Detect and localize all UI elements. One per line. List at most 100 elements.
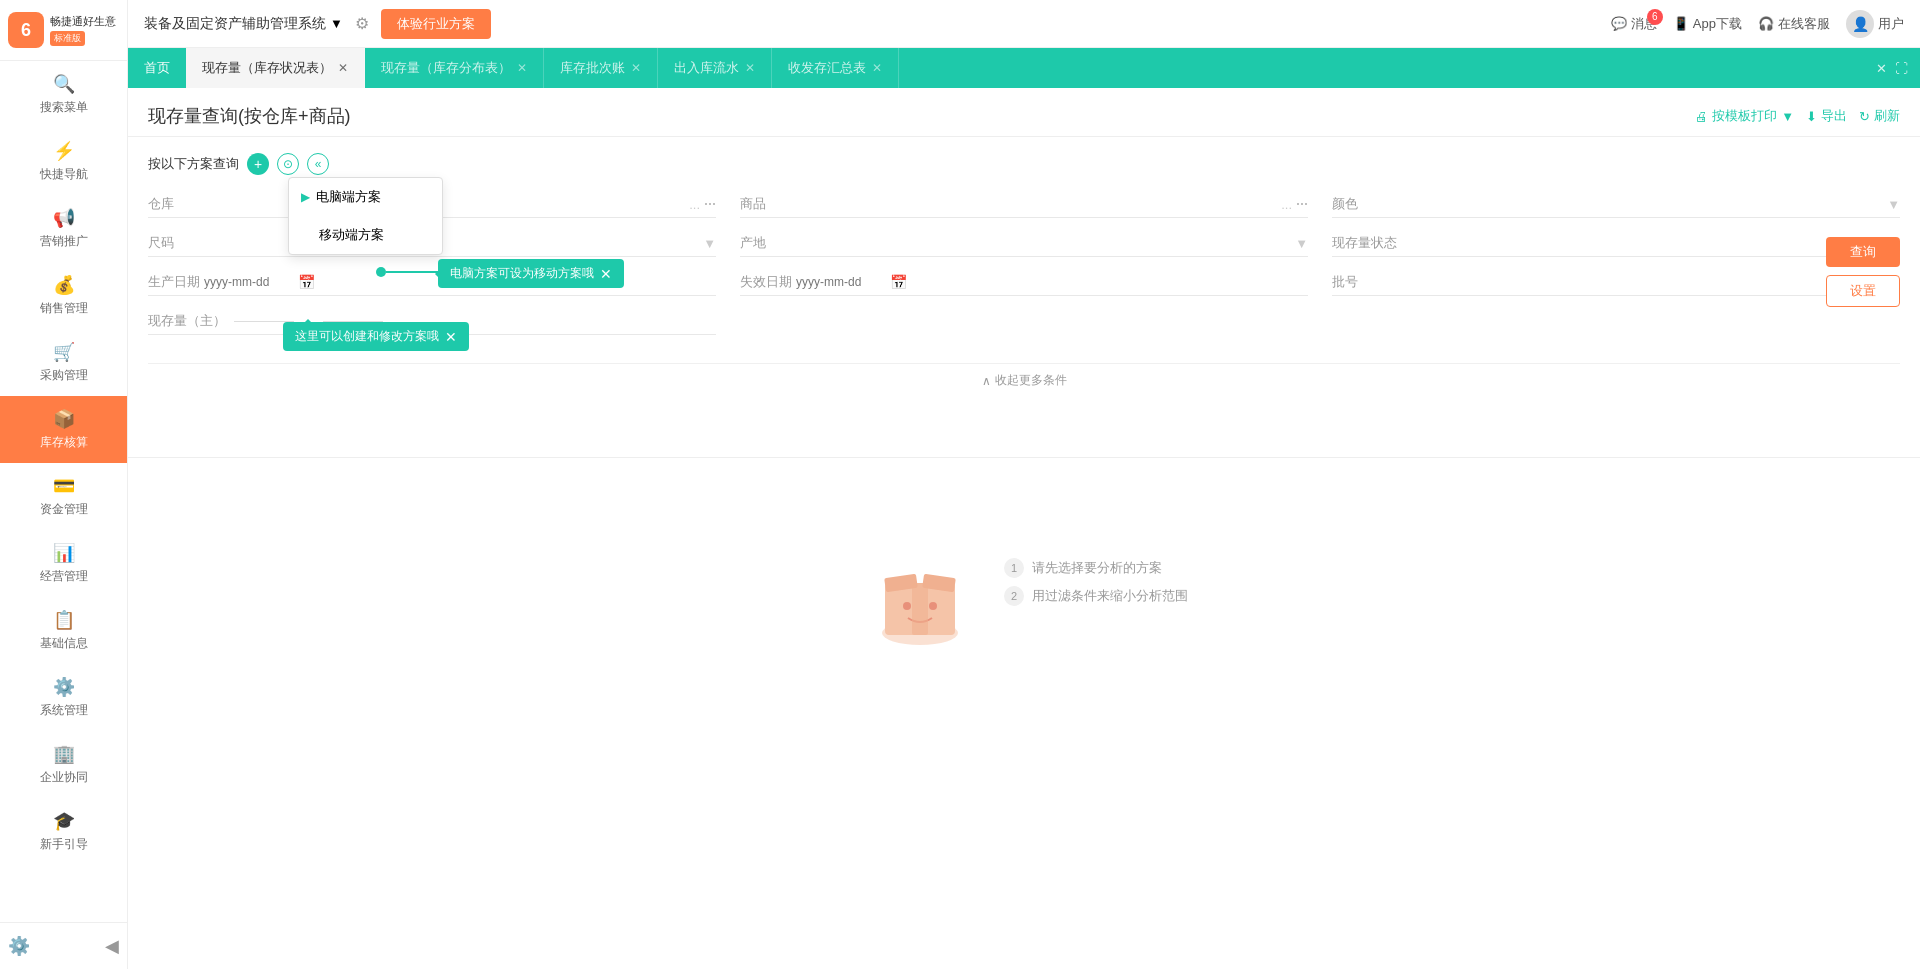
collapse-arrow-icon: ∧ [982,374,991,388]
size-label: 尺码 [148,234,174,252]
sidebar-item-marketing[interactable]: 📢 营销推广 [0,195,127,262]
scheme-panel: ▶ 电脑端方案 移动端方案 [288,177,443,255]
tab-close-all-icon[interactable]: ✕ [1876,61,1887,76]
tab-close-icon[interactable]: ✕ [872,61,882,75]
trial-button[interactable]: 体验行业方案 [381,9,491,39]
tab-batch-ledger[interactable]: 库存批次账 ✕ [544,48,658,88]
sidebar-item-label: 系统管理 [40,702,88,719]
user-avatar: 👤 [1846,10,1874,38]
warehouse-more-icon[interactable]: ⋯ [704,197,716,211]
collapse-button[interactable]: ∧ 收起更多条件 [148,363,1900,397]
size-dropdown-icon[interactable]: ▼ [703,236,716,251]
collapse-sidebar-icon[interactable]: ◀ [105,935,119,957]
step-2-label: 用过滤条件来缩小分析范围 [1032,587,1188,605]
header-settings-icon[interactable]: ⚙ [355,14,369,33]
page-actions: 🖨 按模板打印 ▼ ⬇ 导出 ↻ 刷新 [1695,107,1900,125]
sidebar-item-label: 库存核算 [40,434,88,451]
sidebar-item-management[interactable]: 📊 经营管理 [0,530,127,597]
tab-flow-label: 出入库流水 [674,59,739,77]
produce-calendar-icon[interactable]: 📅 [298,274,315,290]
system-name: 装备及固定资产辅助管理系统 [144,15,326,33]
sidebar-item-guide[interactable]: 🎓 新手引导 [0,798,127,865]
info-icon: 📋 [53,609,75,631]
print-icon: 🖨 [1695,109,1708,124]
sidebar-item-label: 新手引导 [40,836,88,853]
empty-illustration [860,538,980,658]
tooltip-close-icon[interactable]: ✕ [600,266,612,282]
tab-close-icon[interactable]: ✕ [631,61,641,75]
svg-point-4 [903,602,911,610]
tab-close-icon[interactable]: ✕ [338,61,348,75]
tab-expand-icon[interactable]: ⛶ [1895,61,1908,76]
filter-copy-button[interactable]: ⊙ [277,153,299,175]
page-header: 现存量查询(按仓库+商品) 🖨 按模板打印 ▼ ⬇ 导出 ↻ [128,88,1920,137]
filter-arrow-button[interactable]: « [307,153,329,175]
sidebar-item-finance[interactable]: 💳 资金管理 [0,463,127,530]
sidebar-item-quicknav[interactable]: ⚡ 快捷导航 [0,128,127,195]
stock-status-label: 现存量状态 [1332,234,1397,252]
tab-summary-label: 收发存汇总表 [788,59,866,77]
empty-step-2: 2 用过滤条件来缩小分析范围 [1004,586,1188,606]
tooltip-close-icon[interactable]: ✕ [445,329,457,345]
message-action[interactable]: 💬 消息 6 [1611,15,1657,33]
expire-date-input[interactable] [796,275,886,289]
settings-footer-icon[interactable]: ⚙️ [8,935,30,957]
tab-batch-ledger-label: 库存批次账 [560,59,625,77]
main-area: 装备及固定资产辅助管理系统 ▼ ⚙ 体验行业方案 💬 消息 6 📱 App下载 … [128,0,1920,969]
scheme-item-mobile[interactable]: 移动端方案 [289,216,442,254]
filter-area: 按以下方案查询 + ⊙ « ▶ 电脑端方案 移动端方案 [128,137,1920,457]
tab-home[interactable]: 首页 [128,48,186,88]
logo-area: 6 畅捷通好生意 标准版 [0,0,127,61]
tooltip-edit-scheme: 这里可以创建和修改方案哦 ✕ [283,322,469,351]
user-action[interactable]: 👤 用户 [1846,10,1904,38]
app-download-action[interactable]: 📱 App下载 [1673,15,1742,33]
print-button[interactable]: 🖨 按模板打印 ▼ [1695,107,1794,125]
sidebar-item-label: 快捷导航 [40,166,88,183]
tab-flow[interactable]: 出入库流水 ✕ [658,48,772,88]
sidebar-item-label: 销售管理 [40,300,88,317]
goods-more-icon[interactable]: ⋯ [1296,197,1308,211]
tooltip-dot-1 [376,267,386,277]
origin-dropdown-icon[interactable]: ▼ [1295,236,1308,251]
enterprise-icon: 🏢 [53,743,75,765]
sidebar-item-search[interactable]: 🔍 搜索菜单 [0,61,127,128]
logo-text: 畅捷通好生意 [50,14,116,28]
system-selector[interactable]: 装备及固定资产辅助管理系统 ▼ [144,15,343,33]
empty-steps: 1 请先选择要分析的方案 2 用过滤条件来缩小分析范围 [1004,558,1188,606]
step-num-2: 2 [1004,586,1024,606]
sidebar-item-system[interactable]: ⚙️ 系统管理 [0,664,127,731]
tab-close-icon[interactable]: ✕ [517,61,527,75]
produce-date-label: 生产日期 [148,273,200,291]
sidebar-item-basic-info[interactable]: 📋 基础信息 [0,597,127,664]
tab-inventory-dist[interactable]: 现存量（库存分布表） ✕ [365,48,544,88]
scheme-item-desktop[interactable]: ▶ 电脑端方案 [289,178,442,216]
sidebar-item-sales[interactable]: 💰 销售管理 [0,262,127,329]
tab-summary[interactable]: 收发存汇总表 ✕ [772,48,899,88]
origin-filter: 产地 ▼ [740,230,1308,257]
sidebar-item-purchase[interactable]: 🛒 采购管理 [0,329,127,396]
filter-add-button[interactable]: + [247,153,269,175]
origin-label: 产地 [740,234,766,252]
header-right: 💬 消息 6 📱 App下载 🎧 在线客服 👤 用户 [1611,10,1904,38]
search-button[interactable]: 查询 [1826,237,1900,267]
sidebar-item-enterprise[interactable]: 🏢 企业协同 [0,731,127,798]
sidebar-item-label: 资金管理 [40,501,88,518]
tab-close-icon[interactable]: ✕ [745,61,755,75]
produce-date-input[interactable] [204,275,294,289]
export-button[interactable]: ⬇ 导出 [1806,107,1847,125]
scheme-arrow-icon: ▶ [301,190,310,204]
sales-icon: 💰 [53,274,75,296]
refresh-button[interactable]: ↻ 刷新 [1859,107,1900,125]
color-dropdown-icon[interactable]: ▼ [1887,197,1900,212]
svg-rect-6 [912,583,928,635]
sidebar-item-inventory[interactable]: 📦 库存核算 [0,396,127,463]
online-support-action[interactable]: 🎧 在线客服 [1758,15,1830,33]
collapse-label: 收起更多条件 [995,372,1067,389]
tab-inventory-status-label: 现存量（库存状况表） [202,59,332,77]
batch-label: 批号 [1332,273,1358,291]
purchase-icon: 🛒 [53,341,75,363]
expire-calendar-icon[interactable]: 📅 [890,274,907,290]
tab-inventory-status[interactable]: 现存量（库存状况表） ✕ [186,48,365,88]
reset-button[interactable]: 设置 [1826,275,1900,307]
stock-status-filter: 现存量状态 ▼ [1332,230,1900,257]
